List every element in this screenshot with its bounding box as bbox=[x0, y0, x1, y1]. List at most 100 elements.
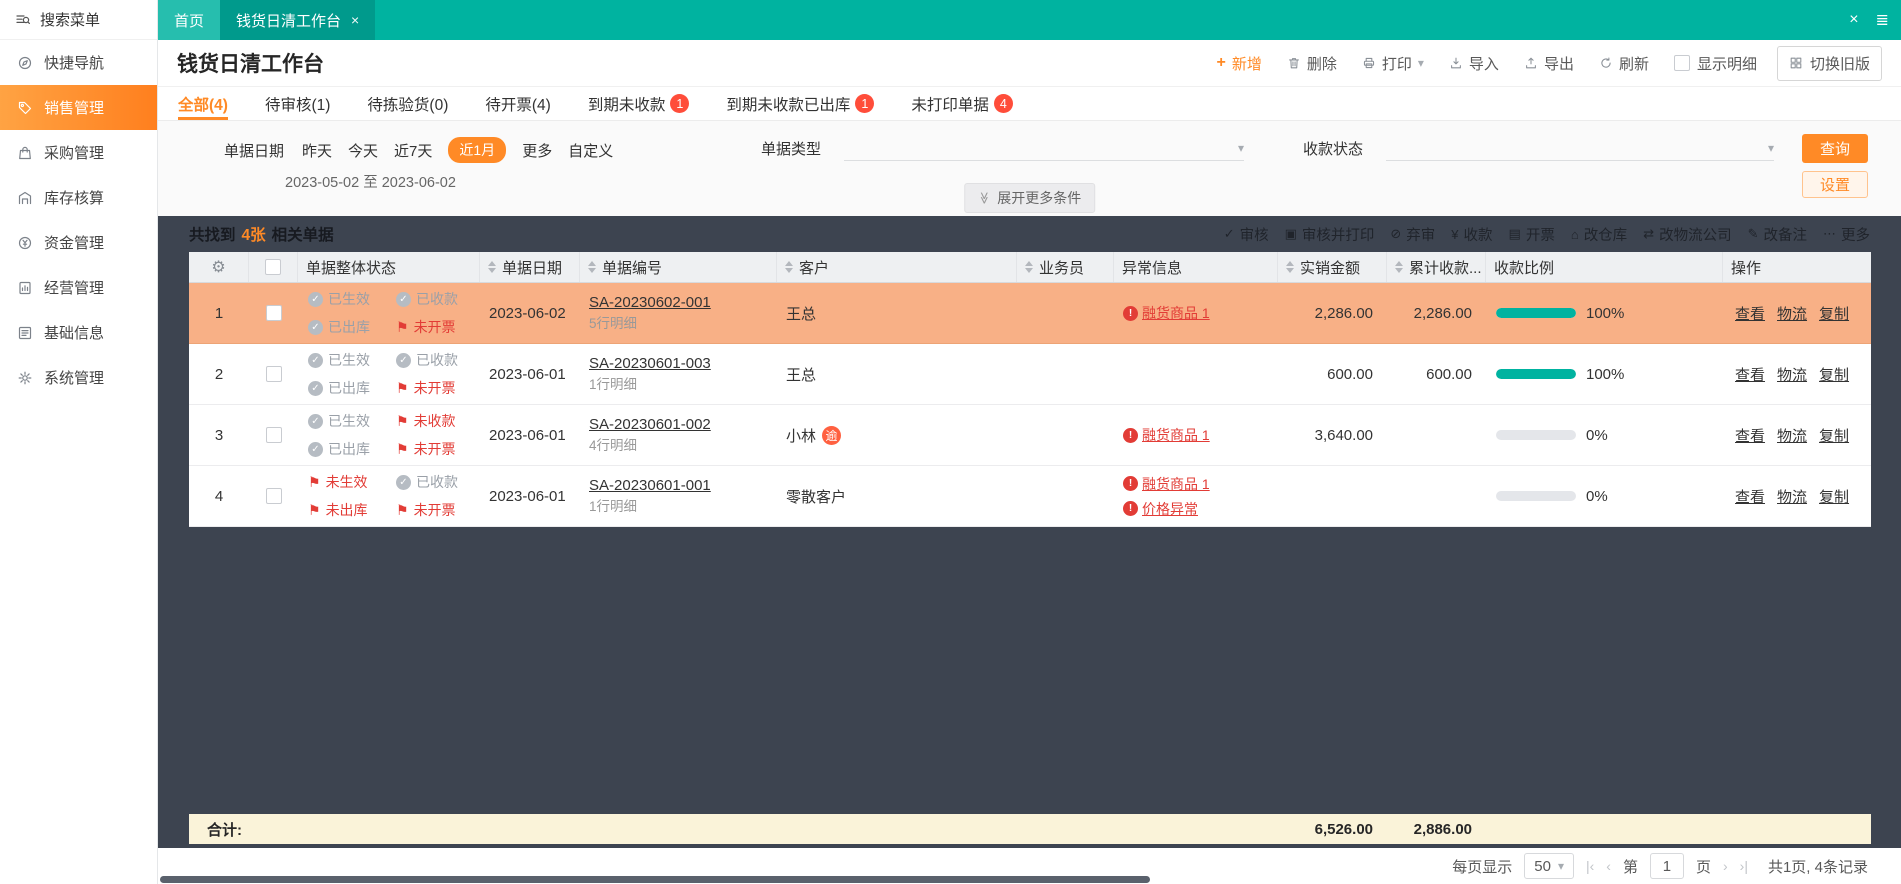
view-link[interactable]: 查看 bbox=[1735, 425, 1765, 446]
filter-tab[interactable]: 待开票(4) bbox=[485, 87, 550, 120]
date-quick-option[interactable]: 近1月 bbox=[448, 137, 507, 163]
filter-tab[interactable]: 到期未收款已出库 1 bbox=[726, 87, 875, 120]
exception-link[interactable]: 融货商品 1 bbox=[1142, 303, 1210, 323]
audit-button[interactable]: ✓ 审核 bbox=[1224, 224, 1269, 245]
document-detail-lines[interactable]: 4行明细 bbox=[589, 436, 777, 456]
exception-link[interactable]: 价格异常 bbox=[1142, 499, 1198, 519]
document-detail-lines[interactable]: 5行明细 bbox=[589, 314, 777, 334]
document-detail-lines[interactable]: 1行明细 bbox=[589, 497, 777, 517]
menu-icon[interactable]: ≣ bbox=[1876, 10, 1889, 30]
show-detail-toggle[interactable]: 显示明细 bbox=[1673, 53, 1757, 74]
change-remark-button[interactable]: ✎ 改备注 bbox=[1748, 224, 1807, 245]
prev-page-icon[interactable]: ‹ bbox=[1606, 858, 1611, 874]
view-link[interactable]: 查看 bbox=[1735, 364, 1765, 385]
more-button[interactable]: ⋯ 更多 bbox=[1823, 224, 1870, 245]
logistics-link[interactable]: 物流 bbox=[1777, 364, 1807, 385]
date-quick-option[interactable]: 更多 bbox=[522, 140, 552, 161]
sidebar-item[interactable]: 采购管理 bbox=[0, 130, 157, 175]
audit-print-button[interactable]: ▣ 审核并打印 bbox=[1285, 224, 1375, 245]
settings-button[interactable]: 设置 bbox=[1802, 171, 1868, 198]
logistics-link[interactable]: 物流 bbox=[1777, 425, 1807, 446]
filter-tab[interactable]: 到期未收款 1 bbox=[588, 87, 690, 120]
filter-tab[interactable]: 未打印单据 4 bbox=[911, 87, 1013, 120]
row-checkbox[interactable] bbox=[265, 488, 282, 504]
exception-link[interactable]: 融货商品 1 bbox=[1142, 425, 1210, 445]
sort-icon[interactable] bbox=[785, 261, 793, 273]
column-header[interactable]: 实销金额 bbox=[1278, 252, 1387, 282]
print-button[interactable]: 打印 ▾ bbox=[1362, 53, 1424, 74]
invoice-button[interactable]: ▤ 开票 bbox=[1509, 224, 1555, 245]
column-header[interactable]: 单据日期 bbox=[480, 252, 580, 282]
document-no-link[interactable]: SA-20230601-002 bbox=[589, 414, 711, 436]
document-no-link[interactable]: SA-20230602-001 bbox=[589, 292, 711, 314]
sidebar-item[interactable]: 资金管理 bbox=[0, 220, 157, 265]
filter-tab[interactable]: 待拣验货(0) bbox=[367, 87, 448, 120]
sort-icon[interactable] bbox=[1395, 261, 1403, 273]
close-tab-icon[interactable]: × bbox=[351, 12, 359, 28]
add-button[interactable]: + 新增 bbox=[1217, 53, 1262, 74]
last-page-icon[interactable]: ›| bbox=[1740, 858, 1748, 874]
date-quick-option[interactable]: 昨天 bbox=[302, 140, 332, 161]
column-header[interactable]: 单据编号 bbox=[580, 252, 777, 282]
scrollbar-thumb[interactable] bbox=[160, 876, 1150, 883]
exception-item[interactable]: ! 融货商品 1 bbox=[1123, 474, 1210, 494]
filter-tab[interactable]: 全部(4) bbox=[178, 87, 228, 120]
show-detail-checkbox[interactable] bbox=[1673, 55, 1690, 71]
change-logistics-button[interactable]: ⇄ 改物流公司 bbox=[1643, 224, 1731, 245]
view-link[interactable]: 查看 bbox=[1735, 303, 1765, 324]
document-no-link[interactable]: SA-20230601-003 bbox=[589, 353, 711, 375]
column-header[interactable]: 业务员 bbox=[1017, 252, 1114, 282]
date-quick-option[interactable]: 自定义 bbox=[568, 140, 613, 161]
switch-old-version-button[interactable]: 切换旧版 bbox=[1776, 45, 1882, 81]
exception-item[interactable]: ! 融货商品 1 bbox=[1123, 303, 1210, 323]
copy-link[interactable]: 复制 bbox=[1819, 364, 1849, 385]
view-link[interactable]: 查看 bbox=[1735, 486, 1765, 507]
expand-more-button[interactable]: ≫ 展开更多条件 bbox=[963, 183, 1096, 213]
date-quick-option[interactable]: 今天 bbox=[348, 140, 378, 161]
select-all-checkbox[interactable] bbox=[265, 259, 281, 275]
date-quick-option[interactable]: 近7天 bbox=[394, 140, 432, 161]
change-warehouse-button[interactable]: ⌂ 改仓库 bbox=[1571, 224, 1627, 245]
exception-item[interactable]: ! 价格异常 bbox=[1123, 499, 1198, 519]
row-checkbox[interactable] bbox=[265, 305, 282, 321]
gear-icon[interactable]: ⚙ bbox=[211, 257, 225, 277]
tab-active[interactable]: 钱货日清工作台 × bbox=[220, 0, 376, 40]
row-checkbox[interactable] bbox=[265, 366, 282, 382]
first-page-icon[interactable]: |‹ bbox=[1586, 858, 1594, 874]
sidebar-item[interactable]: 快捷导航 bbox=[0, 40, 157, 85]
filter-tab[interactable]: 待审核(1) bbox=[265, 87, 330, 120]
close-icon[interactable]: × bbox=[1849, 11, 1858, 29]
copy-link[interactable]: 复制 bbox=[1819, 486, 1849, 507]
exception-item[interactable]: ! 融货商品 1 bbox=[1123, 425, 1210, 445]
payment-status-select[interactable]: ▾ bbox=[1386, 135, 1775, 161]
exception-link[interactable]: 融货商品 1 bbox=[1142, 474, 1210, 494]
row-checkbox[interactable] bbox=[265, 427, 282, 443]
sidebar-search[interactable]: 搜索菜单 bbox=[0, 0, 157, 40]
column-header[interactable]: 累计收款... bbox=[1387, 252, 1486, 282]
copy-link[interactable]: 复制 bbox=[1819, 425, 1849, 446]
delete-button[interactable]: 删除 bbox=[1287, 53, 1337, 74]
logistics-link[interactable]: 物流 bbox=[1777, 303, 1807, 324]
sidebar-item[interactable]: 经营管理 bbox=[0, 265, 157, 310]
sort-icon[interactable] bbox=[488, 261, 496, 273]
tab-home[interactable]: 首页 bbox=[158, 0, 221, 40]
sort-icon[interactable] bbox=[588, 261, 596, 273]
sort-icon[interactable] bbox=[1025, 261, 1033, 273]
document-no-link[interactable]: SA-20230601-001 bbox=[589, 475, 711, 497]
copy-link[interactable]: 复制 bbox=[1819, 303, 1849, 324]
document-detail-lines[interactable]: 1行明细 bbox=[589, 375, 777, 395]
import-button[interactable]: 导入 bbox=[1449, 53, 1499, 74]
sort-icon[interactable] bbox=[1286, 261, 1294, 273]
query-button[interactable]: 查询 bbox=[1802, 134, 1868, 163]
sidebar-item[interactable]: 基础信息 bbox=[0, 310, 157, 355]
column-header[interactable]: 客户 bbox=[777, 252, 1017, 282]
doc-type-select[interactable]: ▾ bbox=[844, 135, 1245, 161]
sidebar-item[interactable]: 销售管理 bbox=[0, 85, 157, 130]
receive-payment-button[interactable]: ¥ 收款 bbox=[1451, 224, 1492, 245]
horizontal-scrollbar[interactable] bbox=[158, 876, 1901, 884]
discard-audit-button[interactable]: ⊘ 弃审 bbox=[1390, 224, 1435, 245]
next-page-icon[interactable]: › bbox=[1723, 858, 1728, 874]
sidebar-item[interactable]: 系统管理 bbox=[0, 355, 157, 400]
refresh-button[interactable]: 刷新 bbox=[1599, 53, 1649, 74]
logistics-link[interactable]: 物流 bbox=[1777, 486, 1807, 507]
